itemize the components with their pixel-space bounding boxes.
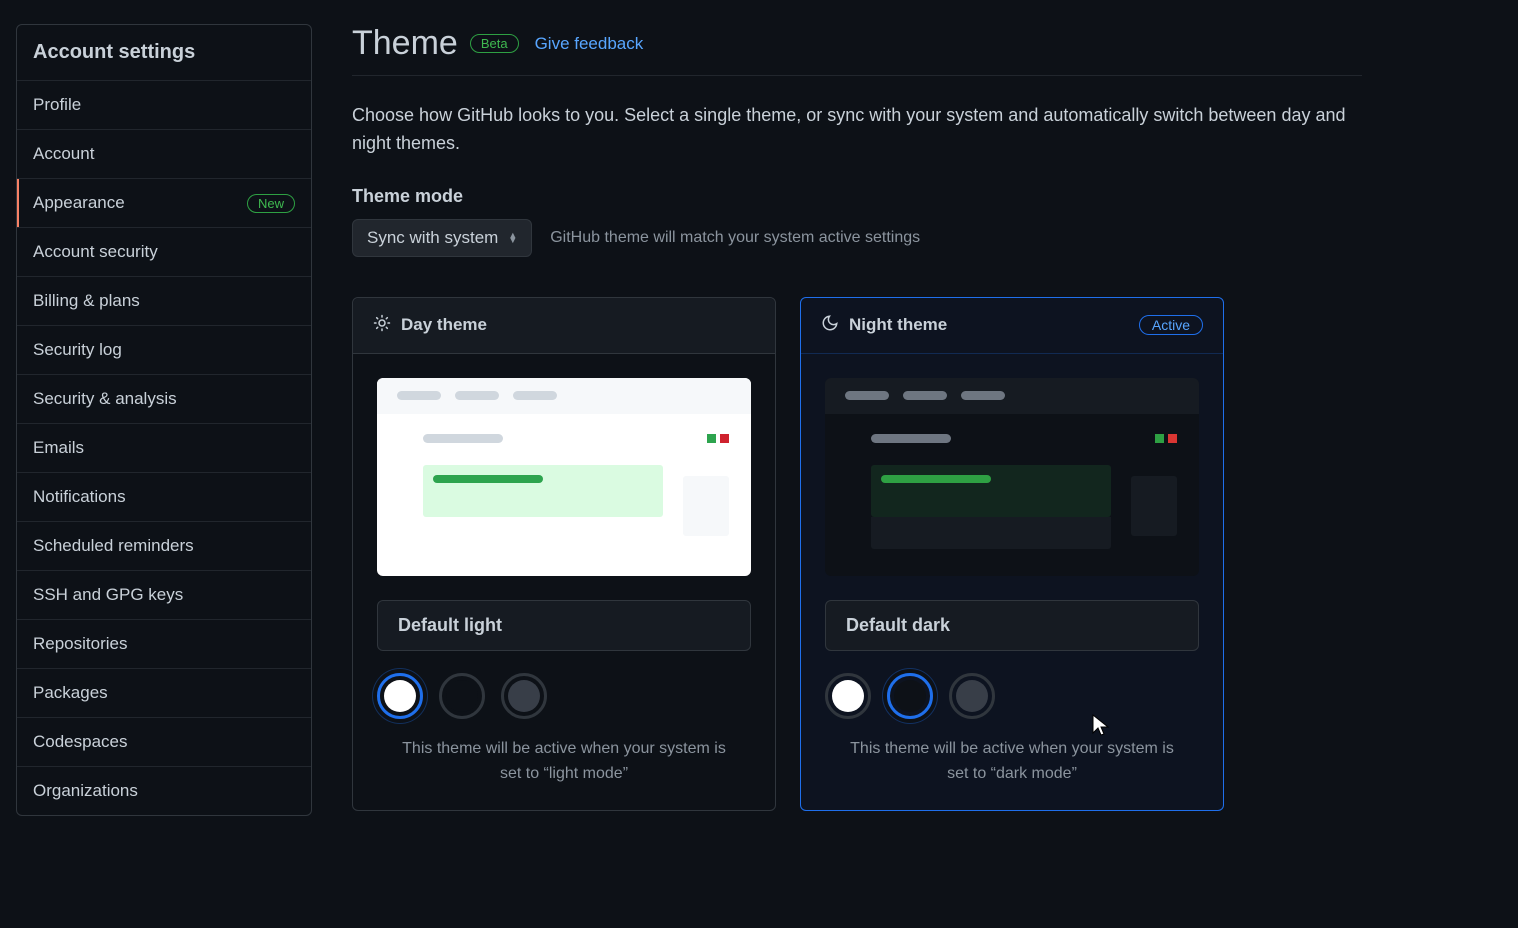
day-card-hint: This theme will be active when your syst… <box>353 731 775 811</box>
sidebar-item-label: Account security <box>33 242 158 262</box>
night-preview <box>801 354 1223 600</box>
main-content: Theme Beta Give feedback Choose how GitH… <box>312 24 1362 816</box>
sidebar-item-label: Notifications <box>33 487 126 507</box>
theme-mode-row: Sync with system ▲▼ GitHub theme will ma… <box>352 219 1362 257</box>
day-swatches <box>353 651 775 731</box>
swatch-light[interactable] <box>825 673 871 719</box>
sidebar-item-label: Appearance <box>33 193 125 213</box>
sidebar-item-label: Organizations <box>33 781 138 801</box>
settings-sidebar: Account settings Profile Account Appeara… <box>16 24 312 816</box>
sidebar-item-label: Security log <box>33 340 122 360</box>
sidebar-item-label: Packages <box>33 683 108 703</box>
sidebar-item-notifications[interactable]: Notifications <box>17 473 311 522</box>
page-title: Theme <box>352 24 458 63</box>
night-preview-label: Default dark <box>825 600 1199 651</box>
swatch-light[interactable] <box>377 673 423 719</box>
sidebar-item-label: Emails <box>33 438 84 458</box>
new-badge: New <box>247 194 295 213</box>
swatch-dark[interactable] <box>887 673 933 719</box>
sidebar-item-scheduled-reminders[interactable]: Scheduled reminders <box>17 522 311 571</box>
theme-mode-selected: Sync with system <box>367 228 498 248</box>
active-badge: Active <box>1139 315 1203 335</box>
sidebar-item-security-log[interactable]: Security log <box>17 326 311 375</box>
moon-icon <box>821 314 839 337</box>
sidebar-item-profile[interactable]: Profile <box>17 81 311 130</box>
night-card-title: Night theme <box>849 315 947 335</box>
sidebar-item-emails[interactable]: Emails <box>17 424 311 473</box>
sidebar-item-account[interactable]: Account <box>17 130 311 179</box>
swatch-dimmed[interactable] <box>949 673 995 719</box>
beta-badge: Beta <box>470 34 519 53</box>
sidebar-item-repositories[interactable]: Repositories <box>17 620 311 669</box>
sidebar-item-codespaces[interactable]: Codespaces <box>17 718 311 767</box>
theme-mode-label: Theme mode <box>352 186 1362 207</box>
day-theme-card: Day theme Default light <box>352 297 776 812</box>
day-card-title: Day theme <box>401 315 487 335</box>
swatch-dark[interactable] <box>439 673 485 719</box>
theme-mode-select[interactable]: Sync with system ▲▼ <box>352 219 532 257</box>
sidebar-item-ssh-gpg[interactable]: SSH and GPG keys <box>17 571 311 620</box>
night-card-header: Night theme Active <box>801 298 1223 354</box>
sun-icon <box>373 314 391 337</box>
sidebar-item-billing[interactable]: Billing & plans <box>17 277 311 326</box>
sidebar-item-account-security[interactable]: Account security <box>17 228 311 277</box>
sidebar-item-appearance[interactable]: Appearance New <box>17 179 311 228</box>
page-header: Theme Beta Give feedback <box>352 24 1362 76</box>
day-preview <box>353 354 775 600</box>
sidebar-item-packages[interactable]: Packages <box>17 669 311 718</box>
sidebar-item-label: Repositories <box>33 634 128 654</box>
sidebar-item-label: Scheduled reminders <box>33 536 194 556</box>
chevron-updown-icon: ▲▼ <box>508 233 517 243</box>
day-card-header: Day theme <box>353 298 775 354</box>
sidebar-item-label: Profile <box>33 95 81 115</box>
sidebar-item-label: Codespaces <box>33 732 128 752</box>
sidebar-item-label: Billing & plans <box>33 291 140 311</box>
theme-mode-hint: GitHub theme will match your system acti… <box>550 229 920 247</box>
sidebar-item-security-analysis[interactable]: Security & analysis <box>17 375 311 424</box>
sidebar-item-organizations[interactable]: Organizations <box>17 767 311 815</box>
sidebar-header: Account settings <box>17 25 311 81</box>
give-feedback-link[interactable]: Give feedback <box>535 34 644 54</box>
swatch-dimmed[interactable] <box>501 673 547 719</box>
sidebar-item-label: Account <box>33 144 94 164</box>
night-theme-card: Night theme Active <box>800 297 1224 812</box>
night-card-hint: This theme will be active when your syst… <box>801 731 1223 811</box>
sidebar-item-label: Security & analysis <box>33 389 177 409</box>
day-preview-label: Default light <box>377 600 751 651</box>
theme-cards: Day theme Default light <box>352 297 1362 812</box>
sidebar-item-label: SSH and GPG keys <box>33 585 183 605</box>
theme-description: Choose how GitHub looks to you. Select a… <box>352 102 1362 158</box>
night-swatches <box>801 651 1223 731</box>
